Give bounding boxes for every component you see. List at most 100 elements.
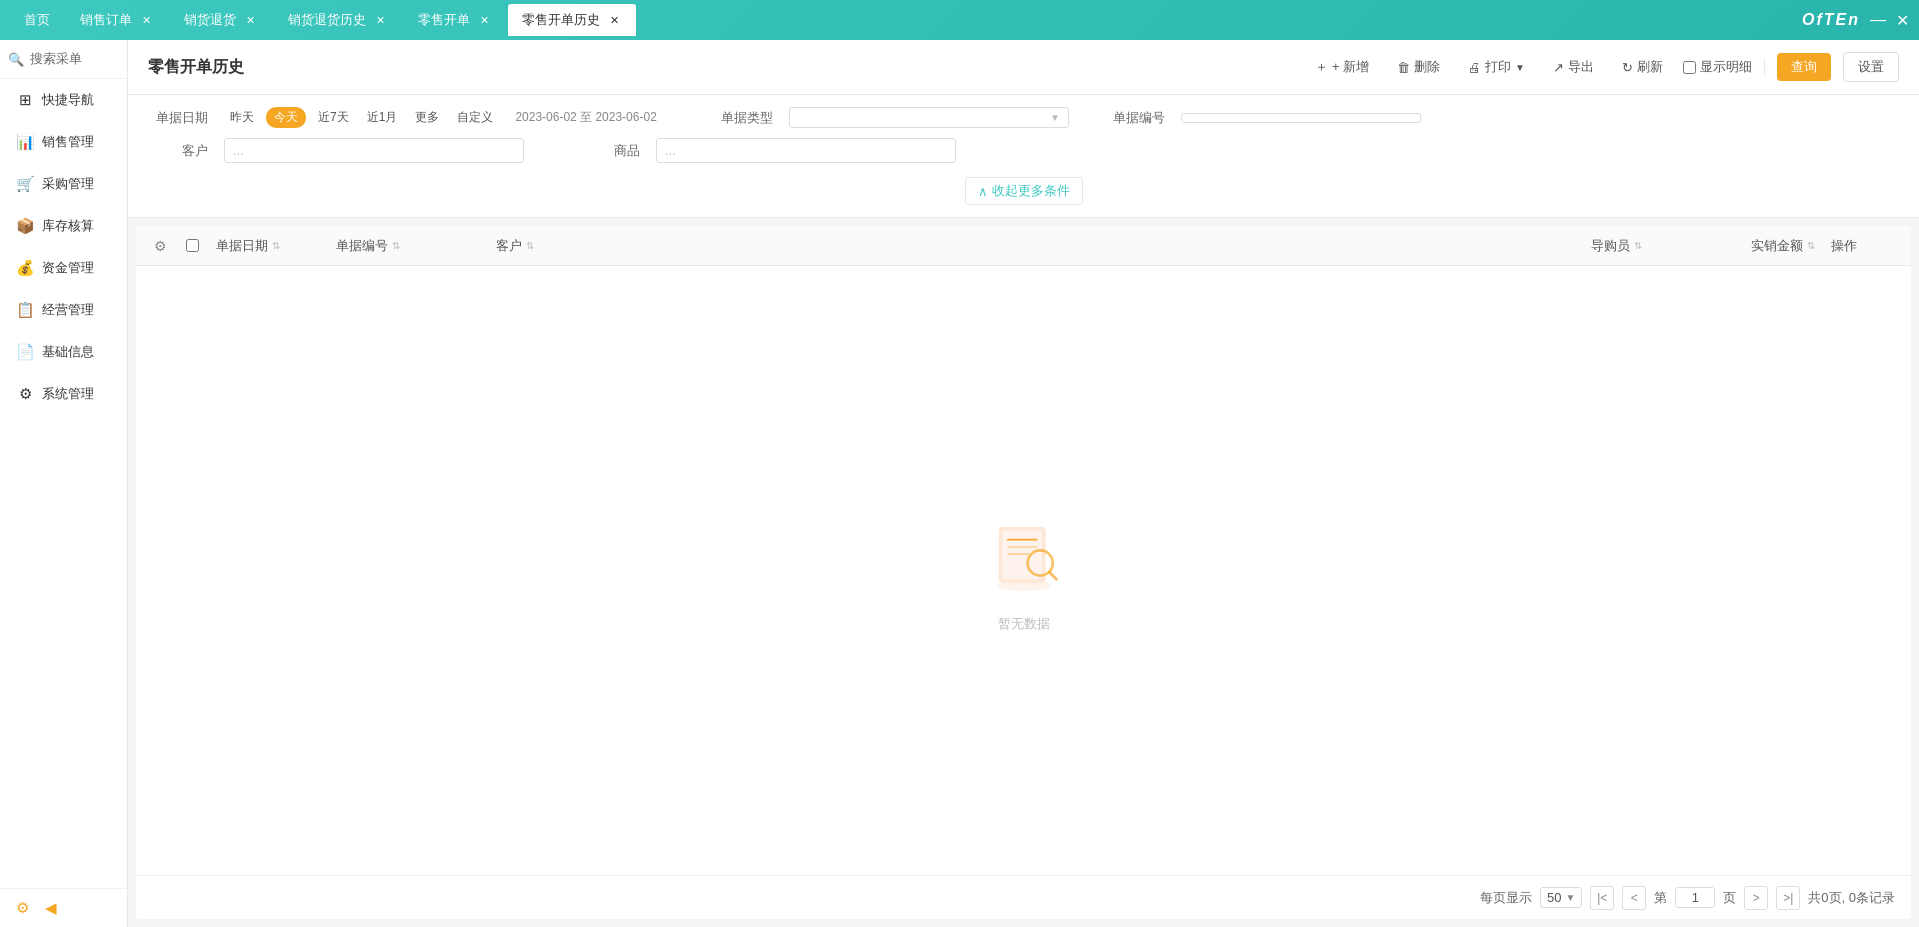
per-page-select[interactable]: 50 ▼ (1540, 887, 1582, 908)
sidebar-item-sales-mgmt[interactable]: 📊 销售管理 (0, 121, 127, 163)
tab-sales-order-close[interactable]: ✕ (138, 12, 154, 28)
sidebar-item-operations[interactable]: 📋 经营管理 (0, 289, 127, 331)
th-date-sort-icon: ⇅ (272, 240, 280, 251)
window-minimize-icon[interactable]: — (1870, 11, 1886, 29)
tab-sales-return-history[interactable]: 销货退货历史 ✕ (274, 4, 402, 36)
table-header: ⚙ 单据日期 ⇅ 单据编号 ⇅ 客户 ⇅ 导购员 ⇅ (136, 226, 1911, 266)
page-first-button[interactable]: |< (1590, 886, 1614, 910)
th-guide-label: 导购员 (1591, 237, 1630, 255)
settings-button[interactable]: 设置 (1843, 52, 1899, 82)
collapse-button[interactable]: ∧ 收起更多条件 (965, 177, 1083, 205)
sidebar-item-inventory-label: 库存核算 (42, 217, 94, 235)
table-select-all-checkbox[interactable] (176, 239, 208, 252)
sidebar-settings-icon[interactable]: ⚙ (16, 899, 29, 917)
sidebar-item-system-label: 系统管理 (42, 385, 94, 403)
th-customer-sort-icon: ⇅ (526, 240, 534, 251)
sidebar-search-label: 搜索采单 (30, 50, 82, 68)
goods-filter-input[interactable]: ... (656, 138, 956, 163)
type-filter-select[interactable]: ▼ (789, 107, 1069, 128)
page-prev-button[interactable]: < (1622, 886, 1646, 910)
display-detail-checkbox[interactable]: 显示明细 (1683, 58, 1752, 76)
th-amount[interactable]: 实销金额 ⇅ (1703, 237, 1823, 255)
shortcut-today[interactable]: 今天 (266, 107, 306, 128)
tab-sales-return-history-label: 销货退货历史 (288, 11, 366, 29)
sidebar-item-inventory[interactable]: 📦 库存核算 (0, 205, 127, 247)
tab-retail-open-history[interactable]: 零售开单历史 ✕ (508, 4, 636, 36)
tab-retail-open-history-label: 零售开单历史 (522, 11, 600, 29)
th-guide-sort-icon: ⇅ (1634, 240, 1642, 251)
tab-retail-open[interactable]: 零售开单 ✕ (404, 4, 506, 36)
type-filter-dropdown-icon: ▼ (1050, 112, 1060, 123)
add-button[interactable]: ＋ + 新增 (1307, 54, 1377, 80)
export-label: 导出 (1568, 58, 1594, 76)
tab-home-label: 首页 (24, 11, 50, 29)
shortcut-more[interactable]: 更多 (409, 107, 445, 128)
page-label-before: 第 (1654, 889, 1667, 907)
customer-filter-label: 客户 (148, 142, 208, 160)
sidebar-item-operations-label: 经营管理 (42, 301, 94, 319)
page-title: 零售开单历史 (148, 57, 244, 78)
delete-button[interactable]: 🗑 删除 (1389, 54, 1448, 80)
th-guide[interactable]: 导购员 ⇅ (1583, 237, 1703, 255)
add-label: + 新增 (1332, 58, 1369, 76)
sidebar-item-quick-nav[interactable]: ⊞ 快捷导航 (0, 79, 127, 121)
collapse-chevron-icon: ∧ (978, 184, 988, 199)
display-detail-input[interactable] (1683, 61, 1696, 74)
sidebar-item-finance[interactable]: 💰 资金管理 (0, 247, 127, 289)
sidebar-item-finance-label: 资金管理 (42, 259, 94, 277)
window-close-icon[interactable]: ✕ (1896, 11, 1909, 30)
tab-sales-return-close[interactable]: ✕ (242, 12, 258, 28)
date-range-display: 2023-06-02 至 2023-06-02 (515, 109, 656, 126)
table-settings-icon[interactable]: ⚙ (144, 238, 176, 254)
th-customer[interactable]: 客户 ⇅ (488, 237, 1583, 255)
shortcut-custom[interactable]: 自定义 (451, 107, 499, 128)
delete-icon: 🗑 (1397, 60, 1410, 75)
brand-logo: OfTEn (1802, 11, 1860, 29)
tab-sales-return-history-close[interactable]: ✕ (372, 12, 388, 28)
svg-line-7 (1049, 572, 1056, 579)
tab-retail-open-history-close[interactable]: ✕ (606, 12, 622, 28)
select-all-input[interactable] (186, 239, 199, 252)
th-order-no[interactable]: 单据编号 ⇅ (328, 237, 488, 255)
tab-retail-open-close[interactable]: ✕ (476, 12, 492, 28)
shortcut-1month[interactable]: 近1月 (361, 107, 404, 128)
page-number-input[interactable] (1675, 887, 1715, 908)
sidebar-item-system[interactable]: ⚙ 系统管理 (0, 373, 127, 415)
operations-icon: 📋 (16, 301, 34, 319)
sidebar-collapse-icon[interactable]: ◀ (45, 899, 57, 917)
sidebar-item-basic-info[interactable]: 📄 基础信息 (0, 331, 127, 373)
query-label: 查询 (1791, 58, 1817, 76)
th-date[interactable]: 单据日期 ⇅ (208, 237, 328, 255)
shortcut-7days[interactable]: 近7天 (312, 107, 355, 128)
empty-illustration (979, 509, 1069, 599)
shortcut-yesterday[interactable]: 昨天 (224, 107, 260, 128)
tab-retail-open-label: 零售开单 (418, 11, 470, 29)
print-button[interactable]: 🖨 打印 ▼ (1460, 54, 1533, 80)
date-shortcuts-group: 昨天 今天 近7天 近1月 更多 自定义 (224, 107, 499, 128)
sidebar-search[interactable]: 🔍 搜索采单 (0, 40, 127, 79)
toolbar-divider (1764, 58, 1765, 76)
total-info: 共0页, 0条记录 (1808, 889, 1895, 907)
refresh-button[interactable]: ↻ 刷新 (1614, 54, 1671, 80)
query-button[interactable]: 查询 (1777, 53, 1831, 81)
page-label-after: 页 (1723, 889, 1736, 907)
order-no-filter-input[interactable] (1181, 113, 1421, 123)
sidebar-item-basic-info-label: 基础信息 (42, 343, 94, 361)
filter-row-2: 客户 ... 商品 ... (148, 138, 1899, 163)
page-last-button[interactable]: >| (1776, 886, 1800, 910)
tab-home[interactable]: 首页 (10, 4, 64, 36)
customer-filter-input[interactable]: ... (224, 138, 524, 163)
collapse-label: 收起更多条件 (992, 182, 1070, 200)
main-layout: 🔍 搜索采单 ⊞ 快捷导航 📊 销售管理 🛒 采购管理 📦 库存核算 � (0, 40, 1919, 927)
sidebar-item-purchase-mgmt[interactable]: 🛒 采购管理 (0, 163, 127, 205)
refresh-icon: ↻ (1622, 60, 1633, 75)
tab-sales-order[interactable]: 销售订单 ✕ (66, 4, 168, 36)
th-order-no-label: 单据编号 (336, 237, 388, 255)
th-date-label: 单据日期 (216, 237, 268, 255)
export-button[interactable]: ↗ 导出 (1545, 54, 1602, 80)
tab-sales-return[interactable]: 销货退货 ✕ (170, 4, 272, 36)
order-no-filter-label: 单据编号 (1105, 109, 1165, 127)
per-page-label: 每页显示 (1480, 889, 1532, 907)
sidebar-nav: ⊞ 快捷导航 📊 销售管理 🛒 采购管理 📦 库存核算 💰 资金管理 📋 (0, 79, 127, 888)
page-next-button[interactable]: > (1744, 886, 1768, 910)
